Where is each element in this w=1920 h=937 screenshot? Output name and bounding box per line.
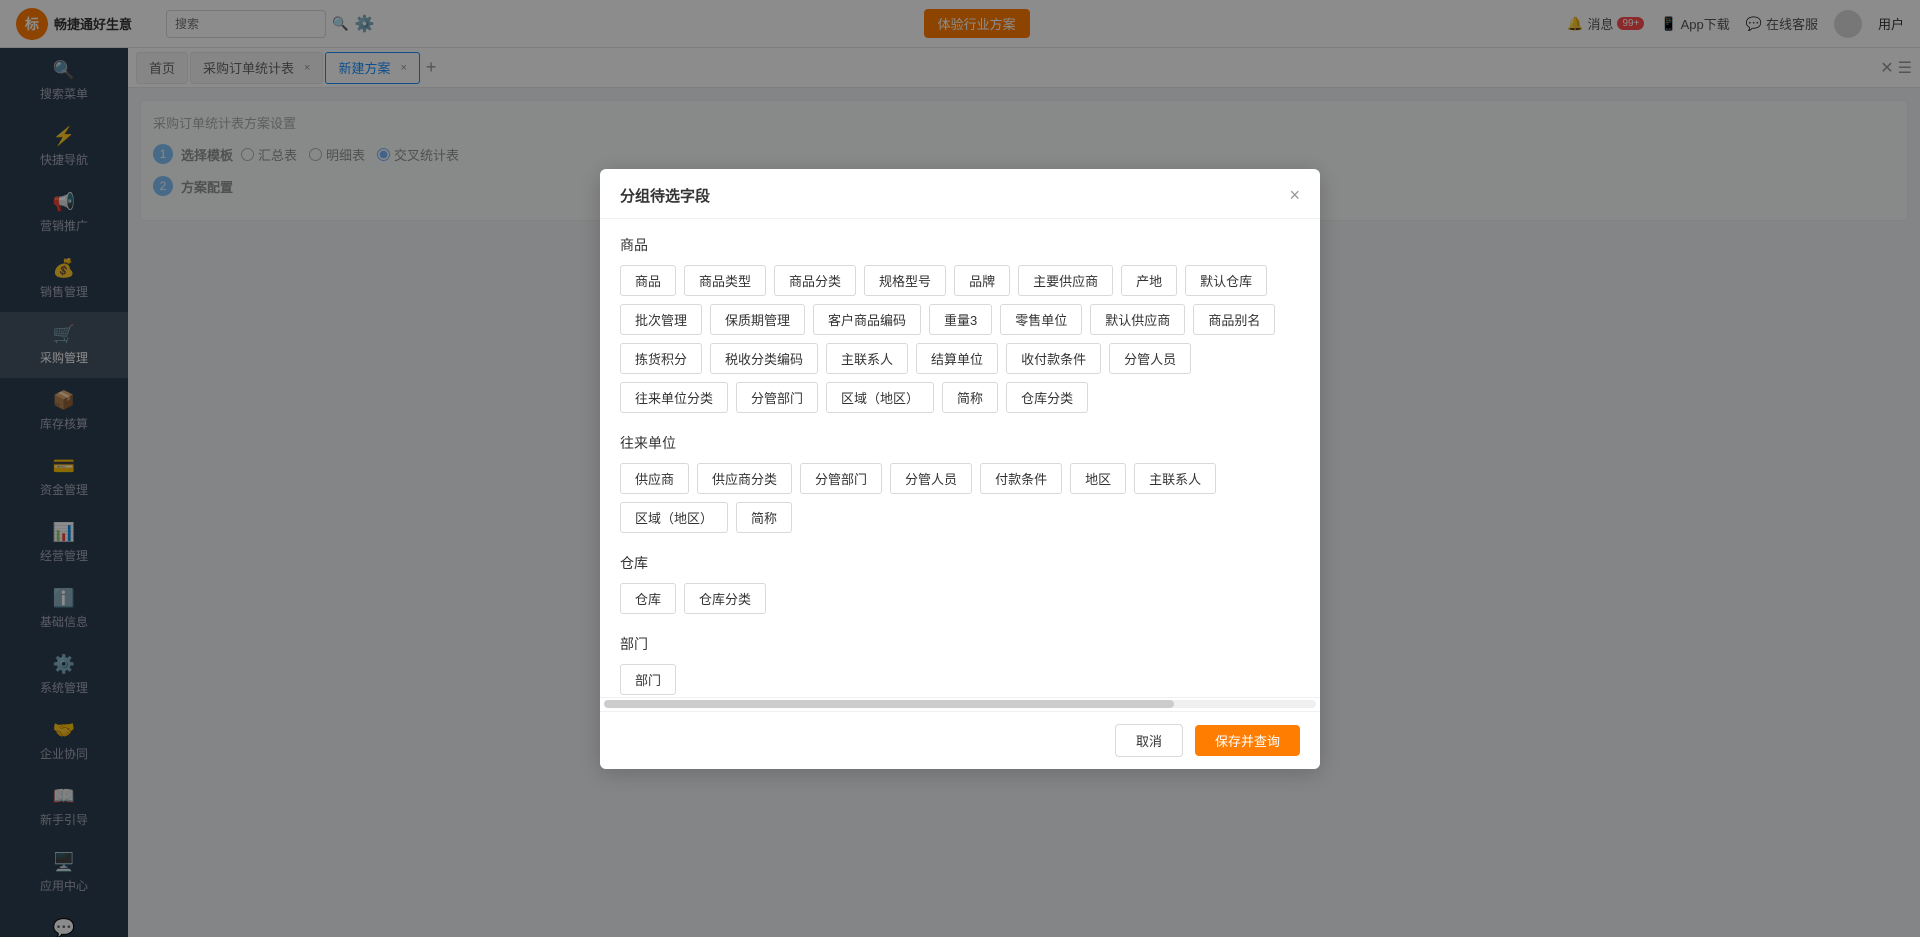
field-selection-modal: 分组待选字段 × 商品商品商品类型商品分类规格型号品牌主要供应商产地默认仓库批次… — [600, 169, 1320, 769]
modal-close-button[interactable]: × — [1289, 185, 1300, 206]
field-tag-product-10[interactable]: 客户商品编码 — [813, 304, 921, 335]
section-title-product: 商品 — [620, 235, 1300, 255]
field-tag-product-11[interactable]: 重量3 — [929, 304, 992, 335]
field-tag-partner-0[interactable]: 供应商 — [620, 463, 689, 494]
field-tag-product-22[interactable]: 分管部门 — [736, 382, 818, 413]
field-tag-product-9[interactable]: 保质期管理 — [710, 304, 805, 335]
field-tag-product-21[interactable]: 往来单位分类 — [620, 382, 728, 413]
field-tag-product-17[interactable]: 主联系人 — [826, 343, 908, 374]
field-tag-product-15[interactable]: 拣货积分 — [620, 343, 702, 374]
modal-header: 分组待选字段 × — [600, 169, 1320, 219]
field-tag-partner-7[interactable]: 区域（地区） — [620, 502, 728, 533]
field-tag-product-16[interactable]: 税收分类编码 — [710, 343, 818, 374]
modal-title: 分组待选字段 — [620, 185, 710, 206]
field-section-partner: 往来单位供应商供应商分类分管部门分管人员付款条件地区主联系人区域（地区） 简称 — [620, 433, 1300, 533]
field-tag-product-3[interactable]: 规格型号 — [864, 265, 946, 296]
field-tag-partner-5[interactable]: 地区 — [1070, 463, 1126, 494]
field-section-warehouse: 仓库仓库仓库分类 — [620, 553, 1300, 614]
field-tag-partner-8[interactable]: 简称 — [736, 502, 792, 533]
field-tag-product-23[interactable]: 区域（地区） — [826, 382, 934, 413]
field-tag-partner-1[interactable]: 供应商分类 — [697, 463, 792, 494]
field-tag-product-25[interactable]: 仓库分类 — [1006, 382, 1088, 413]
field-tag-product-4[interactable]: 品牌 — [954, 265, 1010, 296]
section-title-partner: 往来单位 — [620, 433, 1300, 453]
field-tag-product-14[interactable]: 商品别名 — [1193, 304, 1275, 335]
save-query-button[interactable]: 保存并查询 — [1195, 725, 1300, 756]
field-tag-product-0[interactable]: 商品 — [620, 265, 676, 296]
field-section-product: 商品商品商品类型商品分类规格型号品牌主要供应商产地默认仓库批次管理保质期管理客户… — [620, 235, 1300, 413]
field-tags-department: 部门 — [620, 664, 1300, 695]
field-tag-product-18[interactable]: 结算单位 — [916, 343, 998, 374]
section-title-department: 部门 — [620, 634, 1300, 654]
field-tag-product-5[interactable]: 主要供应商 — [1018, 265, 1113, 296]
field-tag-warehouse-0[interactable]: 仓库 — [620, 583, 676, 614]
modal-overlay: 分组待选字段 × 商品商品商品类型商品分类规格型号品牌主要供应商产地默认仓库批次… — [0, 0, 1920, 937]
field-tag-product-19[interactable]: 收付款条件 — [1006, 343, 1101, 374]
field-tags-partner: 供应商供应商分类分管部门分管人员付款条件地区主联系人区域（地区） 简称 — [620, 463, 1300, 533]
field-tag-product-13[interactable]: 默认供应商 — [1090, 304, 1185, 335]
field-tag-product-6[interactable]: 产地 — [1121, 265, 1177, 296]
modal-body[interactable]: 商品商品商品类型商品分类规格型号品牌主要供应商产地默认仓库批次管理保质期管理客户… — [600, 219, 1320, 697]
field-tag-department-0[interactable]: 部门 — [620, 664, 676, 695]
field-section-department: 部门部门 — [620, 634, 1300, 695]
field-tag-product-2[interactable]: 商品分类 — [774, 265, 856, 296]
field-tag-product-20[interactable]: 分管人员 — [1109, 343, 1191, 374]
section-title-warehouse: 仓库 — [620, 553, 1300, 573]
field-tag-partner-2[interactable]: 分管部门 — [800, 463, 882, 494]
field-tag-warehouse-1[interactable]: 仓库分类 — [684, 583, 766, 614]
horizontal-scrollbar[interactable] — [604, 700, 1316, 708]
modal-footer: 取消 保存并查询 — [600, 711, 1320, 769]
field-tag-partner-4[interactable]: 付款条件 — [980, 463, 1062, 494]
field-tag-partner-3[interactable]: 分管人员 — [890, 463, 972, 494]
field-tag-product-7[interactable]: 默认仓库 — [1185, 265, 1267, 296]
field-tag-partner-6[interactable]: 主联系人 — [1134, 463, 1216, 494]
horizontal-scrollbar-area — [600, 697, 1320, 711]
cancel-button[interactable]: 取消 — [1115, 724, 1183, 757]
scrollbar-thumb — [604, 700, 1174, 708]
field-tag-product-12[interactable]: 零售单位 — [1000, 304, 1082, 335]
field-tag-product-8[interactable]: 批次管理 — [620, 304, 702, 335]
field-tag-product-24[interactable]: 简称 — [942, 382, 998, 413]
field-tags-warehouse: 仓库仓库分类 — [620, 583, 1300, 614]
field-tag-product-1[interactable]: 商品类型 — [684, 265, 766, 296]
field-tags-product: 商品商品类型商品分类规格型号品牌主要供应商产地默认仓库批次管理保质期管理客户商品… — [620, 265, 1300, 413]
